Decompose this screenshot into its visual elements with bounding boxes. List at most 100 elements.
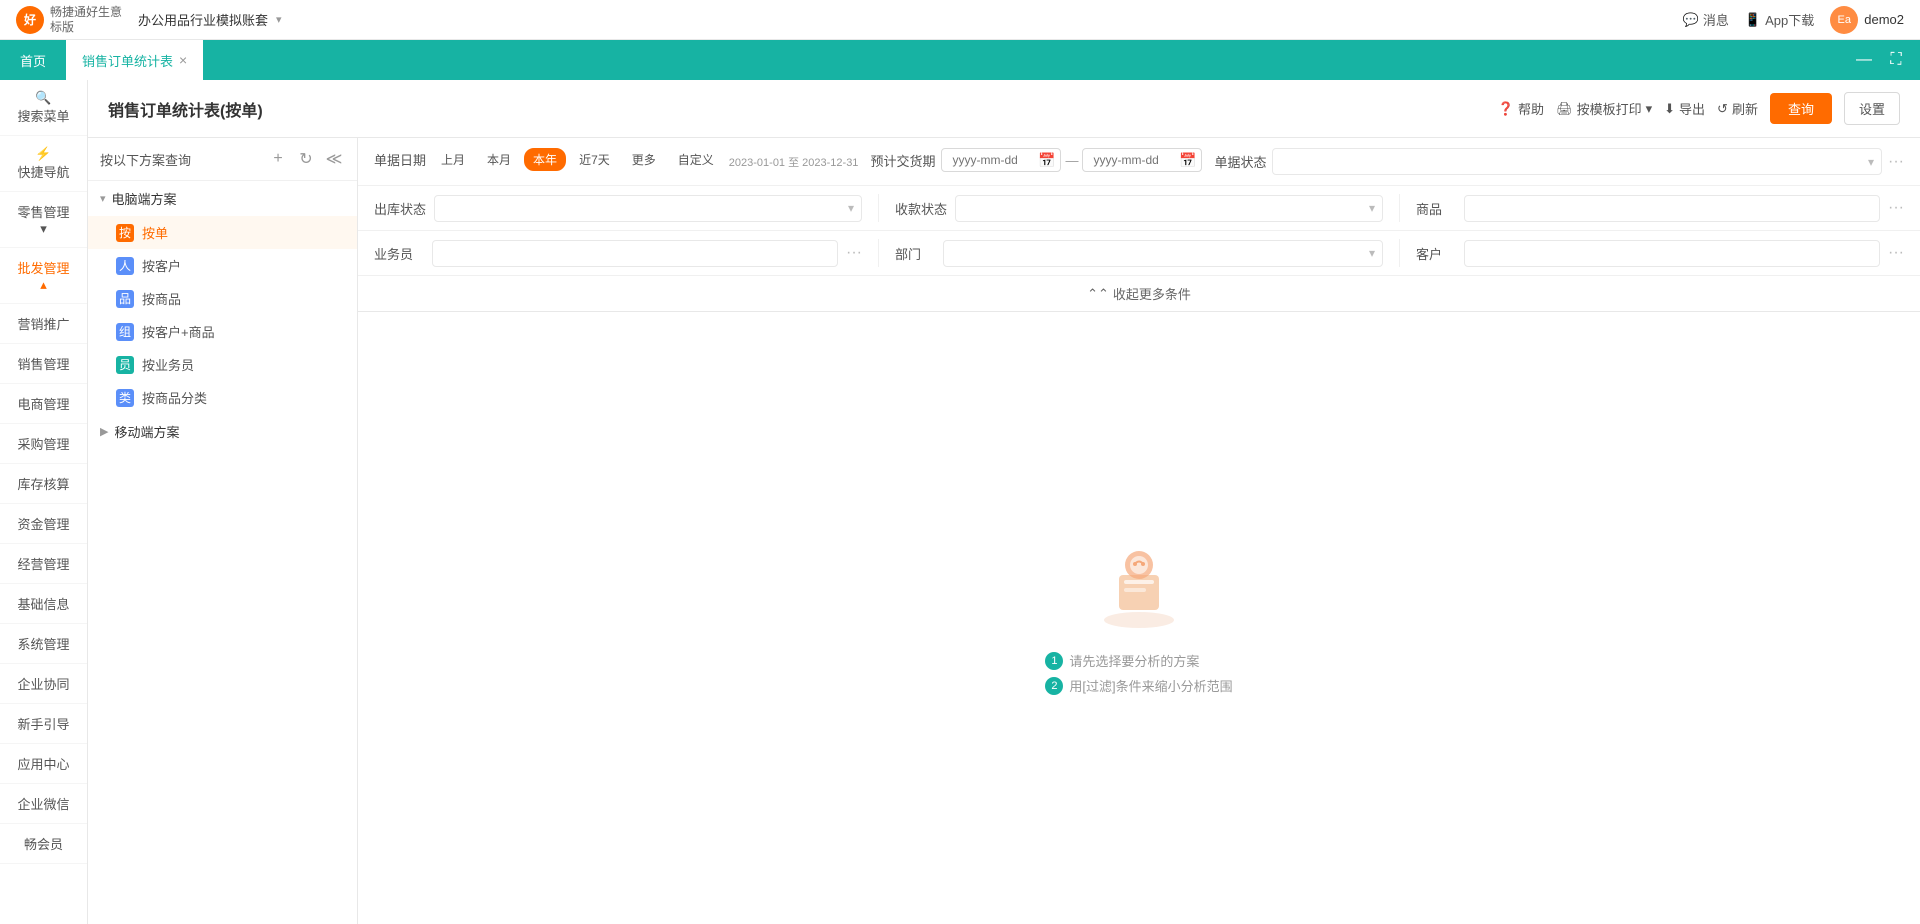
refresh-icon: ↺ <box>1717 101 1728 117</box>
collapse-more-btn[interactable]: ⌃⌃ 收起更多条件 <box>358 275 1920 311</box>
tab-sales-order[interactable]: 销售订单统计表 × <box>66 40 203 80</box>
tab-sales-order-label: 销售订单统计表 <box>82 51 173 70</box>
customer-input[interactable] <box>1464 240 1880 267</box>
date-btn-7days[interactable]: 近7天 <box>570 148 619 171</box>
settings-btn[interactable]: 设置 <box>1844 92 1900 125</box>
tab-home[interactable]: 首页 <box>0 40 66 80</box>
salesperson-cell: 业务员 ··· <box>374 240 878 267</box>
salesperson-input-wrap <box>432 240 838 267</box>
tab-actions: — ⛶ <box>1852 48 1920 72</box>
scheme-item-by-goods[interactable]: 品 按商品 <box>88 282 357 315</box>
empty-tip-1: 1 请先选择要分析的方案 <box>1045 651 1232 670</box>
app-download-btn[interactable]: 📱 App下载 <box>1745 10 1814 29</box>
sidebar-item-search[interactable]: 🔍 搜索菜单 <box>0 80 87 136</box>
sidebar-item-sales[interactable]: 销售管理 <box>0 344 87 384</box>
date-btn-more[interactable]: 更多 <box>623 148 665 171</box>
sidebar-item-basic[interactable]: 基础信息 <box>0 584 87 624</box>
customer-more-icon[interactable]: ··· <box>1888 244 1904 262</box>
template-print-btn[interactable]: 🖨 按模板打印 ▾ <box>1556 99 1652 118</box>
quicknav-icon: ⚡ <box>0 146 87 162</box>
tab-minimize-btn[interactable]: — <box>1852 48 1876 72</box>
out-status-select[interactable] <box>434 195 862 222</box>
help-btn[interactable]: ❓ 帮助 <box>1498 99 1544 118</box>
sidebar-item-system[interactable]: 系统管理 <box>0 624 87 664</box>
scheme-group-pc-header[interactable]: ▾ 电脑端方案 <box>88 181 357 216</box>
scheme-group-mobile-header[interactable]: ▶ 移动端方案 <box>88 414 357 449</box>
customer-input-wrap <box>1464 240 1880 267</box>
app-title-dropdown-icon[interactable]: ▾ <box>276 13 282 26</box>
date-btn-thismonth[interactable]: 本月 <box>478 148 520 171</box>
refresh-btn[interactable]: ↺ 刷新 <box>1717 99 1758 118</box>
sidebar-item-operations[interactable]: 经营管理 <box>0 544 87 584</box>
customer-cell: 客户 ··· <box>1416 240 1904 267</box>
sidebar-item-quicknav[interactable]: ⚡ 快捷导航 <box>0 136 87 192</box>
by-goods-category-icon: 类 <box>116 389 134 407</box>
scheme-item-by-salesperson[interactable]: 员 按业务员 <box>88 348 357 381</box>
scheme-item-by-goods-category[interactable]: 类 按商品分类 <box>88 381 357 414</box>
topbar-left: 好 畅捷通好生意 标版 办公用品行业模拟账套 ▾ <box>16 5 282 34</box>
page-header: 销售订单统计表(按单) ❓ 帮助 🖨 按模板打印 ▾ ⬇ 导出 ↺ 刷新 <box>88 80 1920 138</box>
status-select-wrap: ▾ <box>1272 148 1882 175</box>
by-order-label: 按单 <box>142 223 345 242</box>
logo-icon: 好 <box>16 6 44 34</box>
by-goods-label: 按商品 <box>142 289 345 308</box>
receipt-status-label: 收款状态 <box>895 199 947 218</box>
status-more-icon[interactable]: ··· <box>1888 153 1904 171</box>
date-btn-thisyear[interactable]: 本年 <box>524 148 566 171</box>
status-select[interactable] <box>1272 148 1882 175</box>
sidebar-item-finance[interactable]: 资金管理 <box>0 504 87 544</box>
cal-end-icon: 📅 <box>1179 152 1196 169</box>
salesperson-label: 业务员 <box>374 244 424 263</box>
divider-2 <box>1399 194 1400 222</box>
message-btn[interactable]: 💬 消息 <box>1683 10 1729 29</box>
salesperson-more-icon[interactable]: ··· <box>846 244 862 262</box>
mobile-group-arrow-icon: ▶ <box>100 425 108 438</box>
export-btn[interactable]: ⬇ 导出 <box>1664 99 1705 118</box>
sidebar-item-appcenter[interactable]: 应用中心 <box>0 744 87 784</box>
sidebar-item-newguide[interactable]: 新手引导 <box>0 704 87 744</box>
goods-label: 商品 <box>1416 199 1456 218</box>
tip-num-2: 2 <box>1045 677 1063 695</box>
sidebar-item-marketing[interactable]: 营销推广 <box>0 304 87 344</box>
scheme-group-pc: ▾ 电脑端方案 按 按单 人 按客户 品 按商品 <box>88 181 357 414</box>
tab-maximize-btn[interactable]: ⛶ <box>1884 48 1908 72</box>
by-goods-category-label: 按商品分类 <box>142 388 345 407</box>
goods-input[interactable] <box>1464 195 1880 222</box>
tab-close-icon[interactable]: × <box>179 52 187 68</box>
sidebar-item-wechat[interactable]: 企业微信 <box>0 784 87 824</box>
date-btn-lastmonth[interactable]: 上月 <box>432 148 474 171</box>
main-right: 单据日期 上月 本月 本年 近7天 更多 自定义 2023-01-01 至 20… <box>358 138 1920 924</box>
scheme-item-by-order[interactable]: 按 按单 <box>88 216 357 249</box>
sidebar-item-member[interactable]: 畅会员 <box>0 824 87 864</box>
sidebar-item-corp[interactable]: 企业协同 <box>0 664 87 704</box>
scheme-panel: 按以下方案查询 + ↻ ≪ ▾ 电脑端方案 按 按单 <box>88 138 358 924</box>
scheme-group-mobile: ▶ 移动端方案 <box>88 414 357 449</box>
print-dropdown-icon: ▾ <box>1646 101 1653 117</box>
scheme-collapse-btn[interactable]: ≪ <box>323 148 345 170</box>
user-area[interactable]: Ea demo2 <box>1830 6 1904 34</box>
scheme-item-by-customer-goods[interactable]: 组 按客户+商品 <box>88 315 357 348</box>
mobile-group-label: 移动端方案 <box>114 422 179 441</box>
scheme-refresh-btn[interactable]: ↻ <box>295 148 317 170</box>
page-title: 销售订单统计表(按单) <box>108 97 263 133</box>
scheme-add-btn[interactable]: + <box>267 148 289 170</box>
status-label: 单据状态 <box>1214 152 1266 171</box>
date-btn-custom[interactable]: 自定义 <box>669 148 723 171</box>
out-status-select-wrap: ▾ <box>434 195 862 222</box>
sidebar-item-ecommerce[interactable]: 电商管理 <box>0 384 87 424</box>
sidebar-item-wholesale[interactable]: 批发管理 ▴ <box>0 248 87 304</box>
department-select[interactable] <box>943 240 1383 267</box>
print-icon: 🖨 <box>1556 101 1573 117</box>
by-salesperson-label: 按业务员 <box>142 355 345 374</box>
scheme-item-by-customer[interactable]: 人 按客户 <box>88 249 357 282</box>
sidebar-item-purchase[interactable]: 采购管理 <box>0 424 87 464</box>
receipt-status-select[interactable] <box>955 195 1383 222</box>
customer-label: 客户 <box>1416 244 1456 263</box>
main-layout: 🔍 搜索菜单 ⚡ 快捷导航 零售管理 ▾ 批发管理 ▴ 营销推广 销售管理 电商… <box>0 80 1920 924</box>
query-btn[interactable]: 查询 <box>1770 93 1832 124</box>
divider-3 <box>878 239 879 267</box>
salesperson-input[interactable] <box>432 240 838 267</box>
goods-more-icon[interactable]: ··· <box>1888 199 1904 217</box>
sidebar-item-retail[interactable]: 零售管理 ▾ <box>0 192 87 248</box>
sidebar-item-inventory[interactable]: 库存核算 <box>0 464 87 504</box>
